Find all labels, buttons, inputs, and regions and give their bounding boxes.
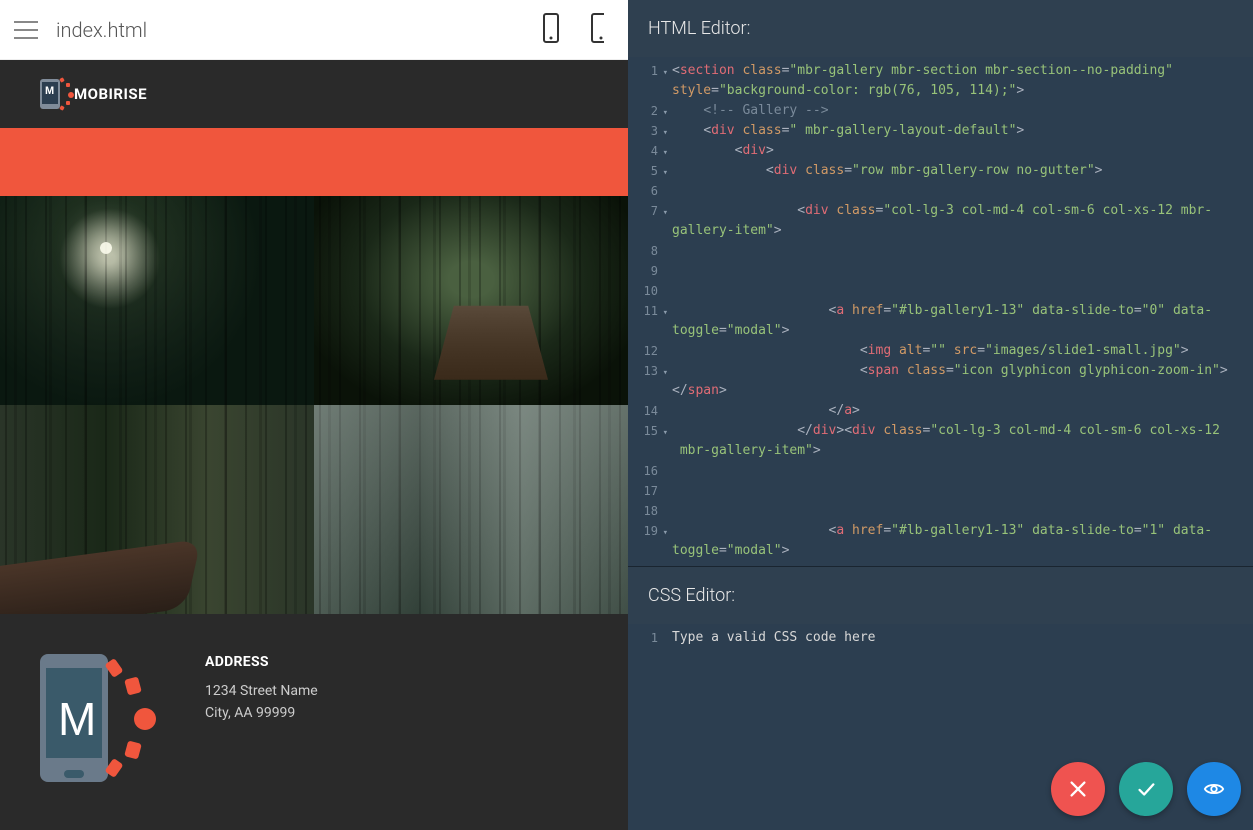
preview-button[interactable] [1187, 762, 1241, 816]
css-placeholder: Type a valid CSS code here [672, 628, 1245, 648]
hero-bar [0, 128, 628, 196]
phone-portrait-icon[interactable] [540, 13, 562, 47]
css-line-gutter: 1 [628, 624, 664, 830]
close-icon [1067, 778, 1089, 800]
address-block: ADDRESS 1234 Street Name City, AA 99999 [205, 654, 318, 810]
menu-icon[interactable] [14, 21, 38, 39]
filename-label: index.html [56, 18, 147, 42]
address-line: 1234 Street Name [205, 680, 318, 702]
address-heading: ADDRESS [205, 654, 318, 670]
gallery-item[interactable] [314, 405, 628, 614]
cancel-button[interactable] [1051, 762, 1105, 816]
gallery-item[interactable] [0, 196, 314, 405]
html-editor-title: HTML Editor: [628, 0, 1253, 57]
tablet-icon[interactable] [590, 13, 604, 47]
brand-logo-icon: M [40, 77, 74, 111]
device-switcher [540, 13, 614, 47]
brand-name: MOBIRISE [74, 85, 147, 103]
gallery-item[interactable] [0, 405, 314, 614]
brand-bar: M MOBIRISE [0, 60, 628, 128]
html-editor: HTML Editor: 1▾2▾3▾4▾5▾67▾891011▾1213▾14… [628, 0, 1253, 566]
footer: M ADDRESS 1234 Street Name City, AA 9999… [0, 614, 628, 830]
accept-button[interactable] [1119, 762, 1173, 816]
footer-logo-icon: M [40, 654, 155, 784]
html-editor-body[interactable]: 1▾2▾3▾4▾5▾67▾891011▾1213▾1415▾16171819▾ … [628, 57, 1253, 566]
html-line-gutter: 1▾2▾3▾4▾5▾67▾891011▾1213▾1415▾16171819▾ [628, 57, 664, 566]
gallery-grid [0, 196, 628, 614]
gallery-item[interactable] [314, 196, 628, 405]
address-line: City, AA 99999 [205, 702, 318, 724]
top-header: index.html [0, 0, 628, 60]
html-code-area[interactable]: <section class="mbr-gallery mbr-section … [664, 57, 1253, 566]
action-buttons [1051, 762, 1241, 816]
check-icon [1135, 778, 1157, 800]
css-editor-title: CSS Editor: [628, 567, 1253, 624]
eye-icon [1203, 778, 1225, 800]
